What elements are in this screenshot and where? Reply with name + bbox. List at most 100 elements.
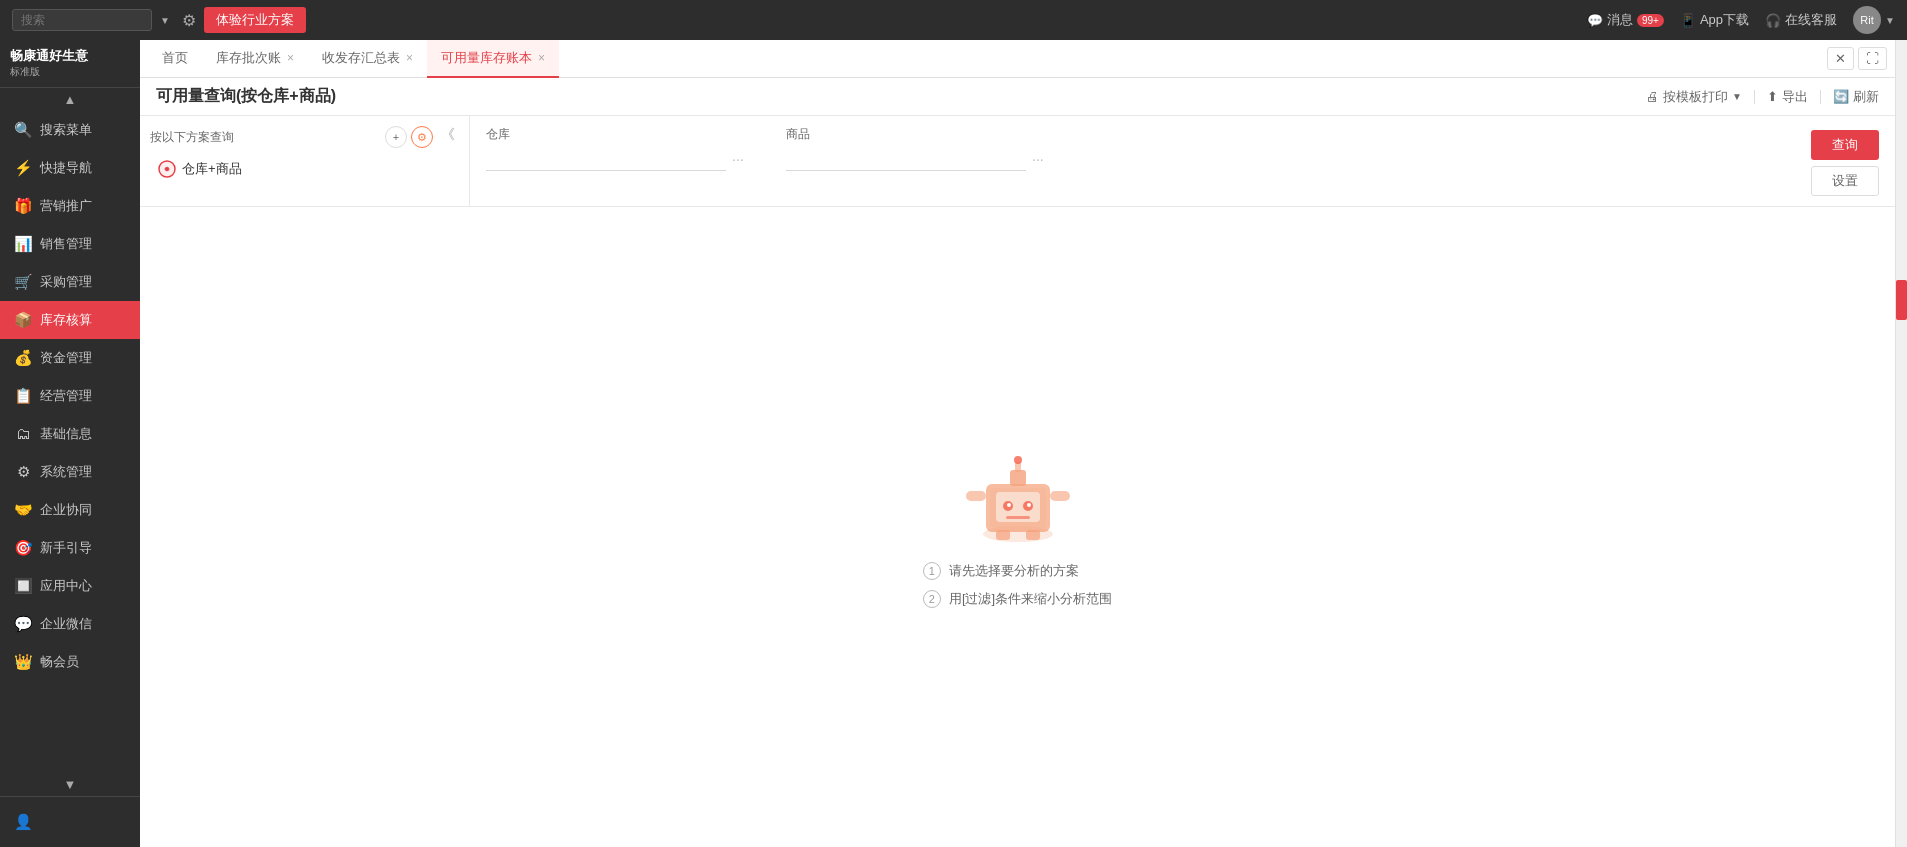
svg-point-9: [1027, 503, 1031, 507]
scheme-icon: [158, 160, 176, 178]
refresh-button[interactable]: 🔄 刷新: [1833, 88, 1879, 106]
print-dropdown-icon: ▼: [1732, 91, 1742, 102]
warehouse-input[interactable]: [486, 147, 726, 171]
gift-icon: 🎁: [14, 197, 32, 215]
empty-illustration: [958, 446, 1078, 546]
logo-text: 畅康通好生意: [10, 48, 130, 65]
sidebar-user-info[interactable]: 👤: [0, 803, 140, 841]
sidebar-item-finance[interactable]: 💰 资金管理: [0, 339, 140, 377]
sidebar-item-purchase[interactable]: 🛒 采购管理: [0, 263, 140, 301]
filter-scheme-item[interactable]: 仓库+商品: [150, 154, 459, 184]
empty-hints: 1 请先选择要分析的方案 2 用[过滤]条件来缩小分析范围: [923, 562, 1112, 608]
content-area: 首页 库存批次账 × 收发存汇总表 × 可用量库存账本 × ✕ ⛶: [140, 40, 1895, 847]
topbar-right-actions: 💬 消息 99+ 📱 App下载 🎧 在线客服 Rit ▼: [1587, 6, 1895, 34]
sidebar-item-wechat[interactable]: 💬 企业微信: [0, 605, 140, 643]
sidebar-item-system[interactable]: ⚙ 系统管理: [0, 453, 140, 491]
top-bar: ▼ ⚙ 体验行业方案 💬 消息 99+ 📱 App下载 🎧 在线客服 Rit: [0, 0, 1907, 40]
sidebar-item-appcenter[interactable]: 🔲 应用中心: [0, 567, 140, 605]
filter-panel: 按以下方案查询 + ⚙ 《 仓库+商品: [140, 116, 1895, 207]
scrollbar-thumb[interactable]: [1896, 280, 1907, 320]
sidebar-item-member[interactable]: 👑 畅会员: [0, 643, 140, 681]
empty-hint-2: 2 用[过滤]条件来缩小分析范围: [923, 590, 1112, 608]
page-header-actions: 🖨 按模板打印 ▼ ⬆ 导出 🔄 刷新: [1646, 88, 1879, 106]
folder-icon: 🗂: [14, 425, 32, 443]
app-download-button[interactable]: 📱 App下载: [1680, 11, 1749, 29]
online-service-button[interactable]: 🎧 在线客服: [1765, 11, 1837, 29]
filter-fields: 仓库 ··· 商品 ··· 查询: [470, 116, 1895, 206]
svg-rect-17: [1026, 530, 1040, 540]
crown-icon: 👑: [14, 653, 32, 671]
search-dropdown-icon[interactable]: ▼: [160, 15, 170, 26]
user-menu-chevron: ▼: [1885, 15, 1895, 26]
refresh-icon: 🔄: [1833, 89, 1849, 104]
gear-icon: ⚙: [14, 463, 32, 481]
add-scheme-button[interactable]: +: [385, 126, 407, 148]
sidebar-item-marketing[interactable]: 🎁 营销推广: [0, 187, 140, 225]
divider2: [1820, 90, 1821, 104]
messages-badge: 99+: [1637, 14, 1664, 27]
tab-bar: 首页 库存批次账 × 收发存汇总表 × 可用量库存账本 × ✕ ⛶: [140, 40, 1895, 78]
cart-icon: 🛒: [14, 273, 32, 291]
product-input-row: ···: [786, 147, 1066, 171]
lightning-icon: ⚡: [14, 159, 32, 177]
svg-rect-16: [996, 530, 1010, 540]
clipboard-icon: 📋: [14, 387, 32, 405]
tab-home[interactable]: 首页: [148, 40, 202, 78]
tab-batch[interactable]: 库存批次账 ×: [202, 40, 308, 78]
sidebar-scroll-up[interactable]: ▲: [0, 88, 140, 111]
tab-available-close[interactable]: ×: [538, 51, 545, 65]
settings-icon[interactable]: ⚙: [182, 11, 196, 30]
page-title: 可用量查询(按仓库+商品): [156, 86, 336, 107]
tab-batch-close[interactable]: ×: [287, 51, 294, 65]
sidebar-item-inventory[interactable]: 📦 库存核算: [0, 301, 140, 339]
filter-scheme-panel: 按以下方案查询 + ⚙ 《 仓库+商品: [140, 116, 470, 206]
sidebar-item-sales[interactable]: 📊 销售管理: [0, 225, 140, 263]
fullscreen-button[interactable]: ⛶: [1858, 47, 1887, 70]
hint-text-2: 用[过滤]条件来缩小分析范围: [949, 590, 1112, 608]
sidebar-nav: 🔍 搜索菜单 ⚡ 快捷导航 🎁 营销推广 📊 销售管理 🛒 采购管理: [0, 111, 140, 773]
close-tab-button[interactable]: ✕: [1827, 47, 1854, 70]
industry-solution-button[interactable]: 体验行业方案: [204, 7, 306, 33]
product-more-button[interactable]: ···: [1032, 151, 1044, 167]
warehouse-filter-field: 仓库 ···: [486, 126, 766, 171]
tab-summary-close[interactable]: ×: [406, 51, 413, 65]
messages-button[interactable]: 💬 消息 99+: [1587, 11, 1664, 29]
print-template-button[interactable]: 🖨 按模板打印 ▼: [1646, 88, 1742, 106]
right-scrollbar[interactable]: [1895, 40, 1907, 847]
collapse-panel-button[interactable]: 《: [437, 126, 459, 148]
warehouse-more-button[interactable]: ···: [732, 151, 744, 167]
hint-number-2: 2: [923, 590, 941, 608]
print-icon: 🖨: [1646, 89, 1659, 104]
sidebar-item-cooperation[interactable]: 🤝 企业协同: [0, 491, 140, 529]
query-button[interactable]: 查询: [1811, 130, 1879, 160]
empty-hint-1: 1 请先选择要分析的方案: [923, 562, 1112, 580]
svg-rect-11: [1010, 470, 1026, 486]
filter-action-buttons: 查询 设置: [1811, 126, 1879, 196]
setting-button[interactable]: 设置: [1811, 166, 1879, 196]
tab-summary[interactable]: 收发存汇总表 ×: [308, 40, 427, 78]
edit-scheme-button[interactable]: ⚙: [411, 126, 433, 148]
sidebar-item-search[interactable]: 🔍 搜索菜单: [0, 111, 140, 149]
search-input[interactable]: [12, 9, 152, 31]
svg-point-1: [165, 167, 169, 171]
grid-icon: 🔲: [14, 577, 32, 595]
avatar: Rit: [1853, 6, 1881, 34]
handshake-icon: 🤝: [14, 501, 32, 519]
export-icon: ⬆: [1767, 89, 1778, 104]
product-input[interactable]: [786, 147, 1026, 171]
product-label: 商品: [786, 126, 1066, 143]
sidebar-item-basics[interactable]: 🗂 基础信息: [0, 415, 140, 453]
sidebar-scroll-down[interactable]: ▼: [0, 773, 140, 796]
export-button[interactable]: ⬆ 导出: [1767, 88, 1808, 106]
svg-point-8: [1007, 503, 1011, 507]
sidebar-item-quicknav[interactable]: ⚡ 快捷导航: [0, 149, 140, 187]
tab-available[interactable]: 可用量库存账本 ×: [427, 40, 559, 78]
sidebar-item-newguide[interactable]: 🎯 新手引导: [0, 529, 140, 567]
headset-icon: 🎧: [1765, 13, 1781, 28]
message-icon: 💬: [1587, 13, 1603, 28]
user-menu[interactable]: Rit ▼: [1853, 6, 1895, 34]
sidebar-item-operations[interactable]: 📋 经营管理: [0, 377, 140, 415]
product-filter-field: 商品 ···: [786, 126, 1066, 171]
search-icon: 🔍: [14, 121, 32, 139]
filter-scheme-title: 按以下方案查询: [150, 129, 234, 146]
